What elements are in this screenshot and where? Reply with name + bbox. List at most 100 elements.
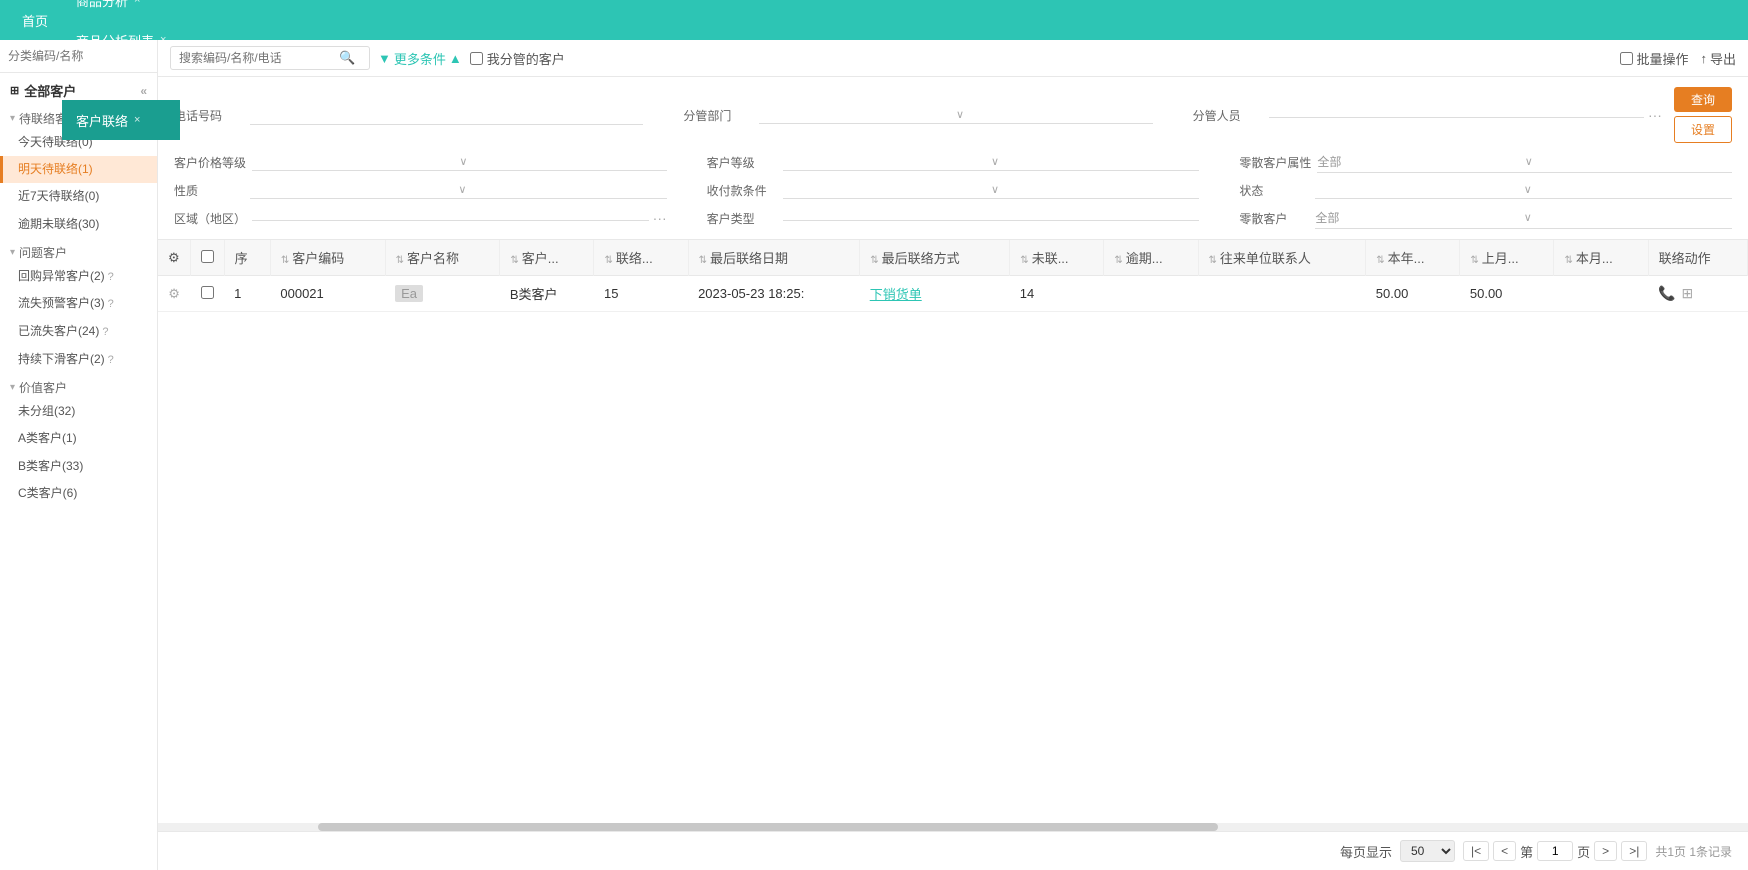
more-dots-icon[interactable]: ··· [653,210,667,226]
my-customers-check[interactable] [470,52,483,65]
chevron-down-icon: ∨ [1524,183,1732,196]
retail-attr-cell: 零散客户属性 全部 ∨ [1239,151,1732,173]
prev-page-button[interactable]: < [1493,841,1516,861]
sidebar-item[interactable]: 回购异常客户(2)? [0,263,157,291]
cell-contact: 15 [594,276,688,312]
payment-cell: 收付款条件 ∨ [707,181,1200,199]
page-label: 第 [1520,842,1533,861]
cell-cust_type: B类客户 [500,276,594,312]
search-input[interactable] [179,51,339,65]
nav-tab-客户联络[interactable]: 客户联络× [62,100,180,140]
nav-tabs: 销货单×进货单×商品分析×商品分析列表×客户分层经营×客户联络× [62,0,180,140]
price-level-label: 客户价格等级 [174,154,246,171]
batch-op-button[interactable]: 批量操作 [1620,49,1688,68]
col-header-this_month[interactable]: 本月... [1554,240,1648,276]
nav-tab-客户分层经营[interactable]: 客户分层经营× [62,60,180,100]
chevron-down-icon: ∨ [459,155,666,168]
cust-level-select[interactable]: ∨ [783,153,1200,171]
price-level-cell: 客户价格等级 ∨ [174,153,667,171]
retail-cust-select[interactable]: 全部 ∨ [1315,207,1732,229]
retail-attr-select[interactable]: 全部 ∨ [1317,151,1732,173]
more-conditions-button[interactable]: ▼ 更多条件 ▲ [378,49,462,68]
my-customers-checkbox[interactable]: 我分管的客户 [470,49,565,68]
col-header-this_year[interactable]: 本年... [1366,240,1460,276]
horizontal-scrollbar[interactable] [158,823,1748,831]
sidebar-item[interactable]: 持续下滑客户(2)? [0,346,157,374]
col-header-contact[interactable]: 联络... [594,240,688,276]
tab-close-icon[interactable]: × [160,34,166,46]
col-header-not_contacted[interactable]: 未联... [1010,240,1104,276]
last-page-button[interactable]: >| [1621,841,1647,861]
query-button[interactable]: 查询 [1674,87,1732,112]
tab-close-icon[interactable]: × [160,74,166,86]
cust-level-cell: 客户等级 ∨ [707,153,1200,171]
cust-type-select[interactable] [783,216,1200,221]
sidebar-item[interactable]: 未分组(32) [0,398,157,425]
scrollbar-thumb[interactable] [318,823,1218,831]
price-level-select[interactable]: ∨ [252,153,667,171]
sidebar-item[interactable]: A类客户(1) [0,425,157,452]
nav-tab-商品分析[interactable]: 商品分析× [62,0,180,20]
more-dots-icon[interactable]: ··· [1648,107,1662,123]
area-cell: 区域（地区） ··· [174,210,667,227]
tab-close-icon[interactable]: × [134,0,140,6]
row-check[interactable] [190,276,224,312]
page-input[interactable] [1537,841,1573,861]
first-page-button[interactable]: |< [1463,841,1489,861]
col-header-cust_type[interactable]: 客户... [500,240,594,276]
select-all-checkbox[interactable] [201,250,214,263]
col-header-last_month[interactable]: 上月... [1460,240,1554,276]
nav-home[interactable]: 首页 [8,0,62,40]
col-header-overdue[interactable]: 逾期... [1104,240,1198,276]
sidebar-item[interactable]: 明天待联络(1) [0,156,157,183]
cell-contacts [1198,276,1366,312]
sidebar-item[interactable]: B类客户(33) [0,453,157,480]
sidebar-item[interactable]: 近7天待联络(0) [0,183,157,210]
area-label: 区域（地区） [174,210,246,227]
cell-overdue [1104,276,1198,312]
nature-cell: 性质 ∨ [174,181,667,199]
last-contact-method-link[interactable]: 下销货单 [870,287,922,302]
gear-col-header[interactable]: ⚙ [158,240,190,276]
status-select[interactable]: ∨ [1315,181,1732,199]
chevron-down-icon: ∨ [458,183,666,196]
status-cell: 状态 ∨ [1239,181,1732,199]
pagination-bar: 每页显示 50 100 200 |< < 第 页 > >| 共1页 1条记录 [158,831,1748,870]
col-header-code[interactable]: 客户编码 [270,240,385,276]
table-header: ⚙序客户编码客户名称客户...联络...最后联络日期最后联络方式未联...逾期.… [158,240,1748,276]
cell-last_contact_method: 下销货单 [860,276,1010,312]
dept-cell: 分管部门 ∨ [683,106,1152,124]
check-col-header[interactable] [190,240,224,276]
grid-action-icon[interactable]: ⊞ [1682,285,1694,302]
phone-action-icon[interactable]: 📞 [1658,285,1675,302]
export-button[interactable]: ↑ 导出 [1700,49,1736,68]
batch-op-check[interactable] [1620,52,1633,65]
chevron-down-icon: ∨ [1524,211,1732,224]
next-page-button[interactable]: > [1594,841,1617,861]
sidebar-item[interactable]: 已流失客户(24)? [0,318,157,346]
area-select[interactable] [252,216,649,221]
person-label: 分管人员 [1193,107,1263,124]
sidebar-item[interactable]: 逾期未联络(30) [0,211,157,238]
per-page-select[interactable]: 50 100 200 [1400,840,1455,862]
col-header-name[interactable]: 客户名称 [385,240,500,276]
sidebar-item[interactable]: 流失预警客户(3)? [0,290,157,318]
tab-close-icon[interactable]: × [134,114,140,126]
nav-tab-商品分析列表[interactable]: 商品分析列表× [62,20,180,60]
sidebar-item[interactable]: C类客户(6) [0,480,157,507]
row-gear[interactable]: ⚙ [158,276,190,312]
col-header-contacts[interactable]: 往来单位联系人 [1198,240,1366,276]
page-navigation: |< < 第 页 > >| [1463,841,1647,861]
customers-table: ⚙序客户编码客户名称客户...联络...最后联络日期最后联络方式未联...逾期.… [158,240,1748,312]
content-area: 🔍 ▼ 更多条件 ▲ 我分管的客户 批量操作 ↑ 导出 [158,40,1748,870]
payment-select[interactable]: ∨ [783,181,1200,199]
row-checkbox[interactable] [201,286,214,299]
col-header-last_contact_method[interactable]: 最后联络方式 [860,240,1010,276]
set-button[interactable]: 设置 [1674,116,1732,143]
search-icon[interactable]: 🔍 [339,50,355,66]
phone-input[interactable] [250,106,643,125]
person-select[interactable] [1269,113,1644,118]
col-header-last_contact_date[interactable]: 最后联络日期 [688,240,860,276]
dept-select[interactable]: ∨ [759,106,1152,124]
nature-select[interactable]: ∨ [250,181,667,199]
